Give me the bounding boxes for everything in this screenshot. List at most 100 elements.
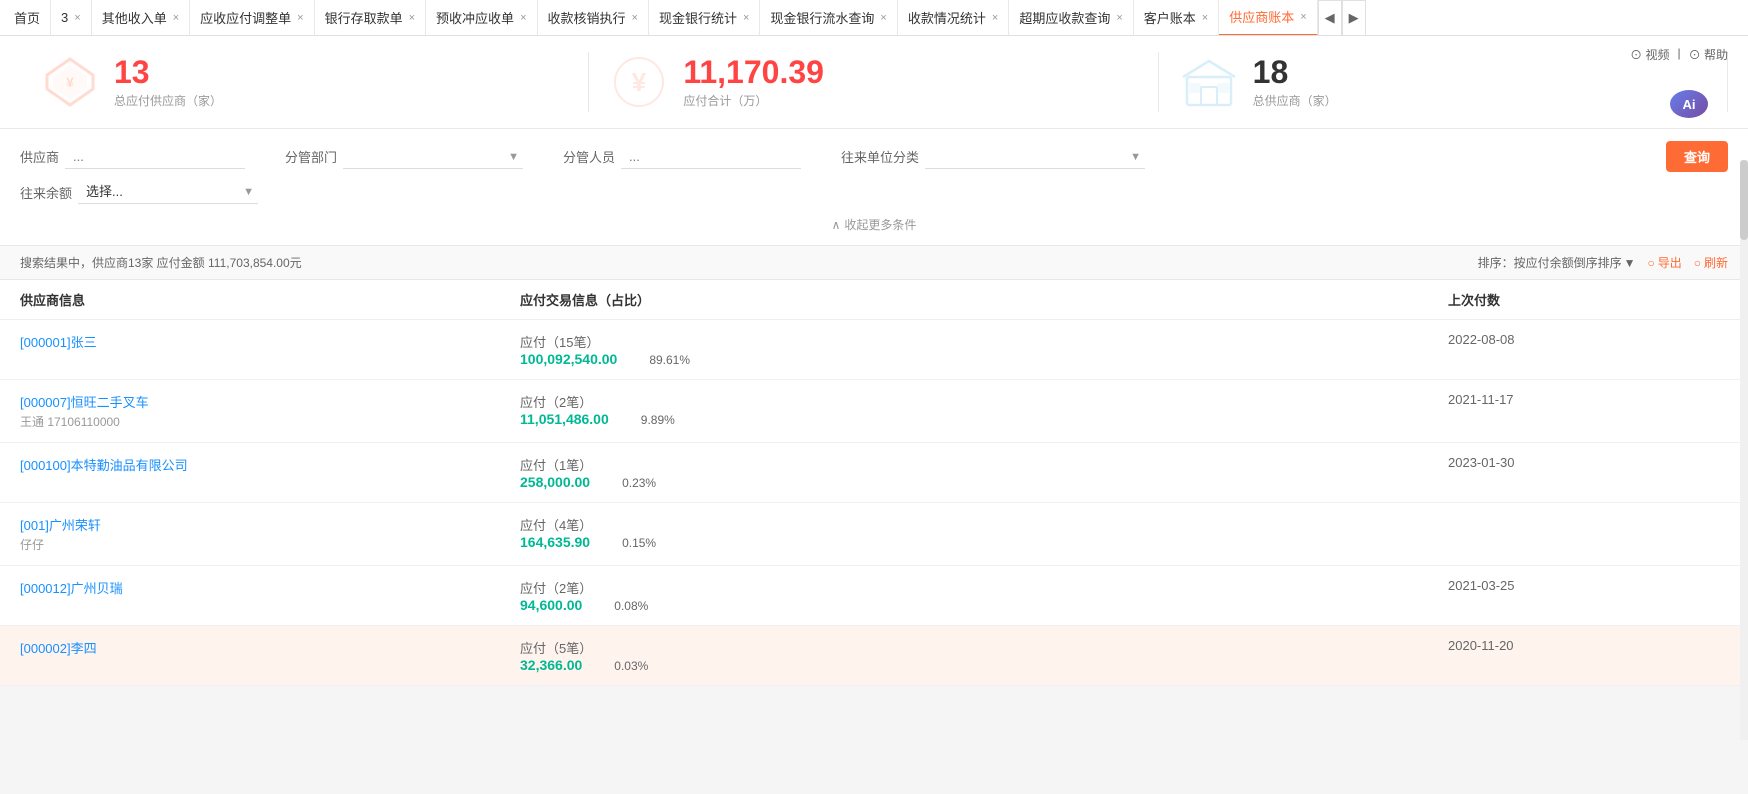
overdue-ar-close[interactable]: × (1116, 12, 1122, 24)
collection-stat-label: 收款情况统计 (908, 8, 986, 27)
customer-book-label: 客户账本 (1144, 8, 1196, 27)
stat-payable-suppliers: ¥ 13 总应付供应商（家） (20, 52, 589, 112)
video-link[interactable]: ⊙ 视频 (1630, 46, 1669, 63)
help-link[interactable]: ⊙ 帮助 (1689, 46, 1728, 63)
cash-bank-stat-close[interactable]: × (743, 12, 749, 24)
payable-label-000100: 应付（1笔） (520, 455, 1448, 474)
nav-tab-collection[interactable]: 收款核销执行 × (538, 0, 649, 36)
diamond-icon: ¥ (40, 52, 100, 112)
payable-amount-000012[interactable]: 94,600.00 (520, 597, 582, 613)
nav-tab-home[interactable]: 首页 (4, 0, 51, 36)
bank-deposit-close[interactable]: × (409, 12, 415, 24)
filter-category: 往来单位分类 ▼ (841, 145, 1145, 169)
scrollbar-thumb[interactable] (1740, 160, 1748, 240)
payable-amount-001[interactable]: 164,635.90 (520, 534, 590, 550)
ai-badge[interactable]: Ai (1670, 90, 1708, 118)
category-select-wrapper: ▼ (925, 145, 1145, 169)
supplier-link-000001[interactable]: [000001]张三 (20, 335, 97, 350)
stats-bar: ¥ 13 总应付供应商（家） ¥ 11,170.39 应付合计（万） (0, 36, 1748, 129)
supplier-link-000100[interactable]: [000100]本特勤油品有限公司 (20, 458, 188, 473)
collection-close[interactable]: × (632, 12, 638, 24)
ar-ap-adjust-close[interactable]: × (297, 12, 303, 24)
collapse-label: 收起更多条件 (844, 216, 916, 233)
scrollbar-track[interactable] (1740, 160, 1748, 740)
collection-label: 收款核销执行 (548, 8, 626, 27)
nav-tab-supplier-book[interactable]: 供应商账本 × (1219, 0, 1317, 36)
nav-tab-3[interactable]: 3 × (51, 0, 92, 36)
filter-row-2: 往来余额 选择... ▼ (20, 180, 1728, 204)
nav-tab-overdue-ar[interactable]: 超期应收款查询 × (1009, 0, 1133, 36)
nav-tab-bank-deposit[interactable]: 银行存取款单 × (315, 0, 426, 36)
balance-select[interactable]: 选择... (78, 180, 258, 204)
dept-select[interactable] (343, 145, 523, 169)
category-filter-label: 往来单位分类 (841, 147, 919, 166)
payable-amount-000007[interactable]: 11,051,486.00 (520, 411, 609, 427)
tab3-close[interactable]: × (74, 12, 80, 24)
nav-tab-customer-book[interactable]: 客户账本 × (1134, 0, 1219, 36)
table-row: [000002]李四 应付（5笔） 32,366.00 0.03% 2020-1… (0, 626, 1748, 686)
supplier-info-000100: [000100]本特勤油品有限公司 (20, 455, 520, 474)
nav-tab-ar-ap-adjust[interactable]: 应收应付调整单 × (190, 0, 314, 36)
supplier-link-000002[interactable]: [000002]李四 (20, 641, 97, 656)
cash-bank-flow-close[interactable]: × (880, 12, 886, 24)
query-button[interactable]: 查询 (1666, 141, 1728, 172)
category-select[interactable] (925, 145, 1145, 169)
percent-000001: 89.61% (649, 353, 690, 367)
sort-chevron-icon: ▼ (1624, 256, 1636, 270)
supplier-filter-label: 供应商 (20, 147, 59, 166)
supplier-link-000012[interactable]: [000012]广州贝瑞 (20, 581, 123, 596)
nav-tab-collection-stat[interactable]: 收款情况统计 × (898, 0, 1009, 36)
prepay-ar-close[interactable]: × (520, 12, 526, 24)
supplier-filter-input[interactable] (65, 145, 245, 169)
percent-000100: 0.23% (622, 476, 656, 490)
payable-label-000007: 应付（2笔） (520, 392, 1448, 411)
payable-amount-000002[interactable]: 32,366.00 (520, 657, 582, 673)
payable-info-000100: 应付（1笔） 258,000.00 0.23% (520, 455, 1448, 490)
total-suppliers-num: 18 (1253, 56, 1337, 88)
svg-text:¥: ¥ (66, 74, 74, 90)
top-right-links: ⊙ 视频 | ⊙ 帮助 (1630, 46, 1728, 63)
yen-icon: ¥ (609, 52, 669, 112)
video-icon: ⊙ (1630, 48, 1642, 62)
total-suppliers-text: 18 总供应商（家） (1253, 56, 1337, 109)
nav-tab-cash-bank-stat[interactable]: 现金银行统计 × (649, 0, 760, 36)
payable-info-000007: 应付（2笔） 11,051,486.00 9.89% (520, 392, 1448, 427)
payable-label-000001: 应付（15笔） (520, 332, 1448, 351)
total-suppliers-label: 总供应商（家） (1253, 92, 1337, 109)
filter-supplier: 供应商 (20, 145, 245, 169)
payable-amount-000001[interactable]: 100,092,540.00 (520, 351, 617, 367)
supplier-info-000012: [000012]广州贝瑞 (20, 578, 520, 597)
payable-amount-text: 11,170.39 应付合计（万） (683, 56, 824, 109)
supplier-sub-001: 仔仔 (20, 536, 520, 553)
overdue-ar-label: 超期应收款查询 (1019, 8, 1110, 27)
collapse-button[interactable]: ∧ 收起更多条件 (20, 212, 1728, 237)
payable-info-000002: 应付（5笔） 32,366.00 0.03% (520, 638, 1448, 673)
customer-book-close[interactable]: × (1202, 12, 1208, 24)
payable-suppliers-text: 13 总应付供应商（家） (114, 56, 222, 109)
table-row: [000007]恒旺二手叉车 王通 17106110000 应付（2笔） 11,… (0, 380, 1748, 443)
nav-tab-prepay-ar[interactable]: 预收冲应收单 × (426, 0, 537, 36)
nav-next-arrow[interactable]: ▶ (1342, 0, 1366, 36)
collection-stat-close[interactable]: × (992, 12, 998, 24)
supplier-link-000007[interactable]: [000007]恒旺二手叉车 (20, 395, 149, 410)
supplier-book-label: 供应商账本 (1229, 7, 1294, 26)
person-filter-input[interactable] (621, 145, 801, 169)
nav-tab-cash-bank-flow[interactable]: 现金银行流水查询 × (760, 0, 897, 36)
export-button[interactable]: ○ 导出 (1647, 254, 1681, 271)
other-income-close[interactable]: × (173, 12, 179, 24)
supplier-info-000007: [000007]恒旺二手叉车 王通 17106110000 (20, 392, 520, 430)
sort-link[interactable]: 排序：按应付余额倒序排序 ▼ (1478, 254, 1636, 271)
payable-label-000002: 应付（5笔） (520, 638, 1448, 657)
nav-tab-other-income[interactable]: 其他收入单 × (92, 0, 190, 36)
results-bar: 搜索结果中，供应商13家 应付金额 111,703,854.00元 排序：按应付… (0, 246, 1748, 280)
payable-info-001: 应付（4笔） 164,635.90 0.15% (520, 515, 1448, 550)
supplier-link-001[interactable]: [001]广州荣轩 (20, 518, 101, 533)
shop-icon (1179, 52, 1239, 112)
refresh-button[interactable]: ○ 刷新 (1694, 254, 1728, 271)
top-navigation: 首页 3 × 其他收入单 × 应收应付调整单 × 银行存取款单 × 预收冲应收单… (0, 0, 1748, 36)
supplier-info-001: [001]广州荣轩 仔仔 (20, 515, 520, 553)
supplier-book-close[interactable]: × (1300, 11, 1306, 23)
payable-amount-000100[interactable]: 258,000.00 (520, 474, 590, 490)
nav-prev-arrow[interactable]: ◀ (1318, 0, 1342, 36)
payable-amount-num: 11,170.39 (683, 56, 824, 88)
